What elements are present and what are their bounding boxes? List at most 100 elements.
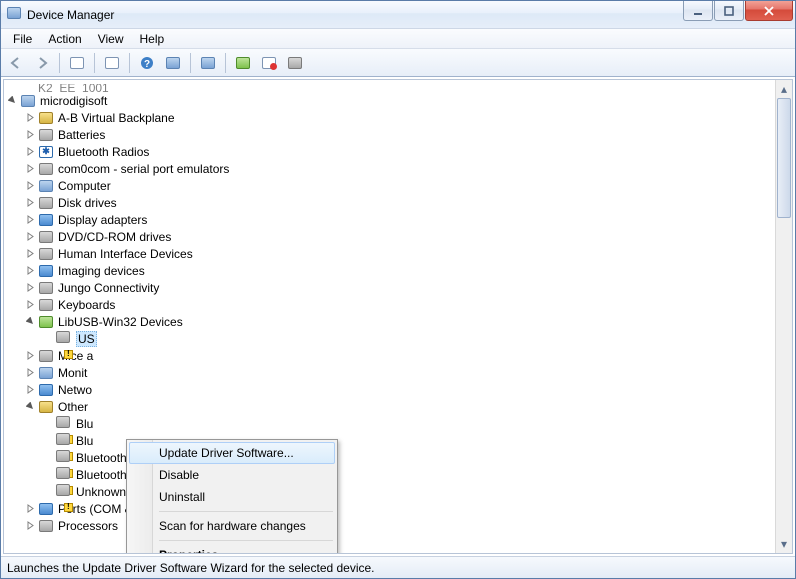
tree-expander-icon[interactable] [24, 248, 36, 260]
menu-file[interactable]: File [5, 30, 40, 48]
tree-expander-icon[interactable] [24, 163, 36, 175]
client-area: K2_EE_1001microdigisoftA-B Virtual Backp… [3, 79, 793, 554]
context-menu-label: Uninstall [159, 490, 205, 504]
tree-expander-icon[interactable] [24, 520, 36, 532]
device-warning-icon [56, 484, 72, 500]
tree-expander-icon[interactable] [6, 95, 18, 107]
context-menu-item[interactable]: Uninstall [129, 486, 335, 508]
tree-expander-icon[interactable] [24, 316, 36, 328]
tree-expander-icon[interactable] [42, 435, 54, 447]
update-driver-button[interactable] [232, 52, 254, 74]
tree-node[interactable]: Disk drives [6, 194, 773, 211]
show-hidden-button[interactable] [162, 52, 184, 74]
tree-node[interactable]: Imaging devices [6, 262, 773, 279]
tree-node-label: Jungo Connectivity [58, 281, 159, 295]
tree-expander-icon[interactable] [24, 231, 36, 243]
tree-node[interactable]: LibUSB-Win32 Devices [6, 313, 773, 330]
tree-node[interactable]: Display adapters [6, 211, 773, 228]
tree-expander-icon[interactable] [24, 401, 36, 413]
device-category-icon [38, 178, 54, 194]
menu-action[interactable]: Action [40, 30, 89, 48]
device-category-icon [38, 246, 54, 262]
tree-node[interactable]: Batteries [6, 126, 773, 143]
vertical-scrollbar[interactable]: ▴ ▾ [775, 80, 792, 553]
scroll-up-icon[interactable]: ▴ [777, 81, 791, 97]
tree-node[interactable]: Bluetooth Peripheral Device [6, 449, 773, 466]
scan-hardware-button[interactable] [197, 52, 219, 74]
tree-expander-icon[interactable] [24, 214, 36, 226]
minimize-button[interactable] [683, 1, 713, 21]
device-tree[interactable]: K2_EE_1001microdigisoftA-B Virtual Backp… [4, 80, 775, 553]
tree-expander-icon[interactable] [24, 282, 36, 294]
help-button[interactable]: ? [136, 52, 158, 74]
device-category-icon [38, 348, 54, 364]
tree-expander-icon[interactable] [24, 129, 36, 141]
maximize-button[interactable] [714, 1, 744, 21]
tree-expander-icon[interactable] [24, 197, 36, 209]
tree-node[interactable]: Other [6, 398, 773, 415]
scroll-down-icon[interactable]: ▾ [777, 536, 791, 552]
tree-node-label: Batteries [58, 128, 105, 142]
tree-node[interactable]: Netwo [6, 381, 773, 398]
tree-node[interactable]: Blu [6, 415, 773, 432]
tree-expander-icon[interactable] [42, 333, 54, 345]
tree-expander-icon[interactable] [24, 367, 36, 379]
tree-expander-icon[interactable] [42, 452, 54, 464]
tree-node[interactable]: Mice a [6, 347, 773, 364]
titlebar[interactable]: Device Manager [1, 1, 795, 29]
scroll-thumb[interactable] [777, 98, 791, 218]
context-menu-item[interactable]: Scan for hardware changes [129, 515, 335, 537]
tree-node[interactable]: Monit [6, 364, 773, 381]
tree-node[interactable]: Ports (COM & LPT) [6, 500, 773, 517]
tree-node[interactable]: microdigisoft [6, 92, 773, 109]
tree-node-label: Netwo [58, 383, 92, 397]
tree-node-label: Disk drives [58, 196, 117, 210]
tree-node[interactable]: DVD/CD-ROM drives [6, 228, 773, 245]
tree-expander-icon[interactable] [24, 503, 36, 515]
tree-node[interactable]: Jungo Connectivity [6, 279, 773, 296]
tree-node[interactable]: Computer [6, 177, 773, 194]
tree-node[interactable]: A-B Virtual Backplane [6, 109, 773, 126]
tree-node[interactable]: Human Interface Devices [6, 245, 773, 262]
tree-node[interactable]: ✱Bluetooth Radios [6, 143, 773, 160]
tree-expander-icon[interactable] [24, 350, 36, 362]
tree-node[interactable]: com0com - serial port emulators [6, 160, 773, 177]
tree-node[interactable]: K2_EE_1001 [6, 84, 773, 92]
uninstall-button[interactable] [258, 52, 280, 74]
tree-expander-icon[interactable] [42, 486, 54, 498]
context-menu-label: Update Driver Software... [159, 446, 294, 460]
tree-node[interactable]: US [6, 330, 773, 347]
close-button[interactable] [745, 1, 793, 21]
tree-expander-icon[interactable] [24, 180, 36, 192]
device-category-icon [38, 110, 54, 126]
toolbar: ? [1, 49, 795, 77]
device-category-icon [38, 127, 54, 143]
tree-expander-icon[interactable] [42, 469, 54, 481]
disable-button[interactable] [284, 52, 306, 74]
context-menu-item[interactable]: Properties [129, 544, 335, 554]
back-button[interactable] [5, 52, 27, 74]
tree-expander-icon[interactable] [24, 299, 36, 311]
tree-expander-icon[interactable] [24, 265, 36, 277]
tree-node[interactable]: Blu [6, 432, 773, 449]
status-text: Launches the Update Driver Software Wiza… [7, 561, 375, 575]
app-icon [7, 7, 23, 23]
tree-node[interactable]: Bluetooth Peripheral Device [6, 466, 773, 483]
tree-node[interactable]: Unknown device [6, 483, 773, 500]
show-hide-tree-button[interactable] [66, 52, 88, 74]
tree-node[interactable]: Keyboards [6, 296, 773, 313]
forward-button[interactable] [31, 52, 53, 74]
properties-button[interactable] [101, 52, 123, 74]
device-category-icon [38, 229, 54, 245]
tree-node-label: Keyboards [58, 298, 115, 312]
tree-expander-icon[interactable] [42, 418, 54, 430]
menu-help[interactable]: Help [132, 30, 173, 48]
tree-node-label: LibUSB-Win32 Devices [58, 315, 183, 329]
tree-node[interactable]: Processors [6, 517, 773, 534]
context-menu-item[interactable]: Disable [129, 464, 335, 486]
context-menu-item[interactable]: Update Driver Software... [129, 442, 335, 464]
tree-expander-icon[interactable] [24, 384, 36, 396]
menu-view[interactable]: View [90, 30, 132, 48]
tree-expander-icon[interactable] [24, 112, 36, 124]
tree-expander-icon[interactable] [24, 146, 36, 158]
